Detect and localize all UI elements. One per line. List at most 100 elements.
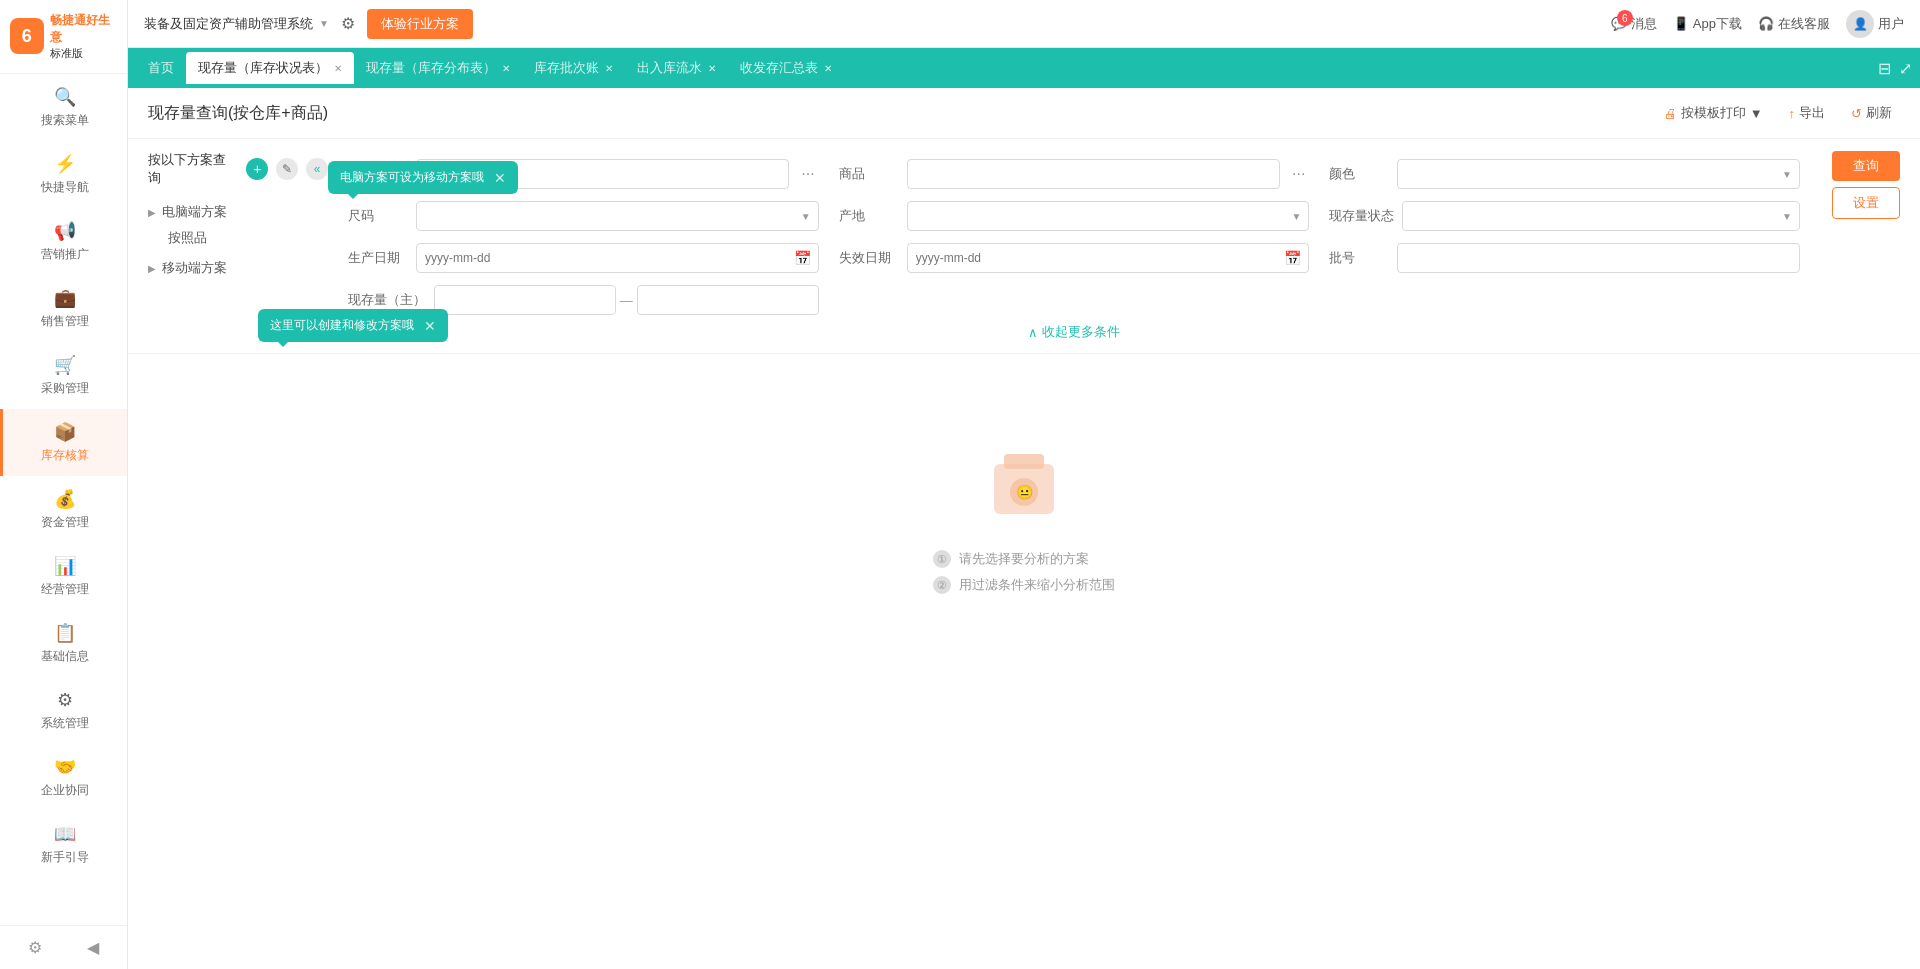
sidebar-item-inventory[interactable]: 📦 库存核算 [0, 409, 127, 476]
product-input[interactable] [907, 159, 1280, 189]
filter-add-btn[interactable]: + [246, 158, 268, 180]
trial-btn[interactable]: 体验行业方案 [367, 9, 473, 39]
sidebar-item-purchase[interactable]: 🛒 采购管理 [0, 342, 127, 409]
refresh-btn[interactable]: ↺ 刷新 [1843, 100, 1900, 126]
scheme-group-mobile-header[interactable]: ▶ 移动端方案 [148, 255, 328, 281]
set-btn[interactable]: 设置 [1832, 187, 1900, 219]
product-dots[interactable]: ··· [1288, 165, 1309, 183]
origin-select[interactable] [907, 201, 1310, 231]
stock-main-label: 现存量（主） [348, 291, 426, 309]
sidebar-item-label: 营销推广 [41, 246, 89, 263]
tab-close-icon[interactable]: ✕ [708, 63, 716, 74]
tooltip2-close[interactable]: ✕ [424, 318, 436, 334]
filter-back-btn[interactable]: « [306, 158, 328, 180]
tip-num-1: ① [933, 550, 951, 568]
sidebar-item-quicknav[interactable]: ⚡ 快捷导航 [0, 141, 127, 208]
tab-close-icon[interactable]: ✕ [824, 63, 832, 74]
empty-tip-1: ① 请先选择要分析的方案 [933, 550, 1115, 568]
scheme-group-pc-header[interactable]: ▶ 电脑端方案 [148, 199, 328, 225]
finance-icon: 💰 [54, 488, 76, 510]
filter-inline-wrapper: 按以下方案查询 + ✎ « 电脑方案可设为移动方案哦 ✕ [148, 151, 1900, 341]
produce-date-wrapper: 📅 [416, 243, 819, 273]
tab-summary[interactable]: 收发存汇总表 ✕ [728, 52, 844, 84]
sidebar-item-marketing[interactable]: 📢 营销推广 [0, 208, 127, 275]
collapse-sidebar-icon[interactable]: ◀ [87, 938, 99, 957]
sidebar-item-search[interactable]: 🔍 搜索菜单 [0, 74, 127, 141]
sidebar-item-sales[interactable]: 💼 销售管理 [0, 275, 127, 342]
scheme-item-product[interactable]: 按照品 [148, 225, 328, 251]
settings-btn[interactable]: ⚙ [341, 14, 355, 33]
tab-batch[interactable]: 库存批次账 ✕ [522, 52, 625, 84]
filter-row-size: 尺码 ▼ [348, 201, 819, 231]
empty-state: 😐 ① 请先选择要分析的方案 ② 用过滤条件来缩小分析范围 [128, 354, 1920, 674]
status-select-wrapper: ▼ [1402, 201, 1800, 231]
color-select[interactable] [1397, 159, 1800, 189]
batch-input[interactable] [1397, 243, 1800, 273]
sidebar-item-label: 采购管理 [41, 380, 89, 397]
sidebar-item-finance[interactable]: 💰 资金管理 [0, 476, 127, 543]
range-sep: — [620, 293, 633, 308]
collapse-btn[interactable]: ∧ 收起更多条件 [348, 323, 1800, 341]
tab-bar-right: ⊟ ⤢ [1878, 59, 1912, 78]
produce-date-input[interactable] [416, 243, 819, 273]
app-download-group[interactable]: 📱 App下载 [1673, 15, 1742, 33]
tooltip1-close[interactable]: ✕ [494, 170, 506, 186]
expire-date-wrapper: 📅 [907, 243, 1310, 273]
page-title: 现存量查询(按仓库+商品) [148, 103, 328, 124]
sidebar-item-basics[interactable]: 📋 基础信息 [0, 610, 127, 677]
print-dropdown-icon: ▼ [1750, 106, 1763, 121]
size-select[interactable] [416, 201, 819, 231]
filter-right: 仓库 ··· 商品 ··· 颜色 [348, 151, 1800, 341]
query-btn[interactable]: 查询 [1832, 151, 1900, 181]
export-btn[interactable]: ↑ 导出 [1781, 100, 1834, 126]
tab-fullscreen-icon[interactable]: ⤢ [1899, 59, 1912, 78]
filter-grid: 仓库 ··· 商品 ··· 颜色 [348, 159, 1800, 315]
settings-bottom-icon[interactable]: ⚙ [28, 938, 42, 957]
sidebar-item-label: 销售管理 [41, 313, 89, 330]
search-nav-icon: 🔍 [54, 86, 76, 108]
filter-edit-btn[interactable]: ✎ [276, 158, 298, 180]
tooltip-edit-scheme: 这里可以创建和修改方案哦 ✕ [258, 309, 448, 342]
sidebar-item-label: 资金管理 [41, 514, 89, 531]
tab-close-icon[interactable]: ✕ [334, 63, 342, 74]
online-support-group[interactable]: 🎧 在线客服 [1758, 15, 1830, 33]
tab-close-icon[interactable]: ✕ [605, 63, 613, 74]
sidebar-item-label: 库存核算 [41, 447, 89, 464]
tab-inventory-status[interactable]: 现存量（库存状况表） ✕ [186, 52, 354, 84]
tab-close-icon[interactable]: ✕ [502, 63, 510, 74]
filter-row-status: 现存量状态 ▼ [1329, 201, 1800, 231]
print-btn[interactable]: 🖨 按模板打印 ▼ [1656, 100, 1771, 126]
sidebar-item-guide[interactable]: 📖 新手引导 [0, 811, 127, 878]
tab-flow[interactable]: 出入库流水 ✕ [625, 52, 728, 84]
user-group[interactable]: 👤 用户 [1846, 10, 1904, 38]
sidebar-item-label: 经营管理 [41, 581, 89, 598]
status-select[interactable] [1402, 201, 1800, 231]
origin-label: 产地 [839, 207, 899, 225]
tab-label: 现存量（库存分布表） [366, 59, 496, 77]
inventory-icon: 📦 [54, 421, 76, 443]
scheme-tree: ▶ 电脑端方案 按照品 这里可以创建和修改方案哦 ✕ ▶ [148, 199, 328, 281]
filter-left: 按以下方案查询 + ✎ « 电脑方案可设为移动方案哦 ✕ [148, 151, 328, 341]
expire-date-input[interactable] [907, 243, 1310, 273]
warehouse-dots[interactable]: ··· [797, 165, 818, 183]
tab-label: 现存量（库存状况表） [198, 59, 328, 77]
stock-main-max[interactable] [637, 285, 819, 315]
tab-minimize-icon[interactable]: ⊟ [1878, 59, 1891, 78]
filter-label-row: 按以下方案查询 + ✎ « [148, 151, 328, 187]
sidebar-item-enterprise[interactable]: 🤝 企业协同 [0, 744, 127, 811]
tab-home-label: 首页 [148, 59, 174, 77]
filter-row-product: 商品 ··· [839, 159, 1310, 189]
batch-label: 批号 [1329, 249, 1389, 267]
tab-inventory-dist[interactable]: 现存量（库存分布表） ✕ [354, 52, 522, 84]
system-name: 装备及固定资产辅助管理系统 ▼ [144, 15, 329, 33]
filter-row-origin: 产地 ▼ [839, 201, 1310, 231]
message-group[interactable]: 💬 6 消息 [1611, 15, 1657, 33]
management-icon: 📊 [54, 555, 76, 577]
sidebar-item-management[interactable]: 📊 经营管理 [0, 543, 127, 610]
filter-label: 按以下方案查询 [148, 151, 238, 187]
tab-home[interactable]: 首页 [136, 52, 186, 84]
tab-label: 收发存汇总表 [740, 59, 818, 77]
stock-main-min[interactable] [434, 285, 616, 315]
avatar: 👤 [1846, 10, 1874, 38]
sidebar-item-system[interactable]: ⚙ 系统管理 [0, 677, 127, 744]
